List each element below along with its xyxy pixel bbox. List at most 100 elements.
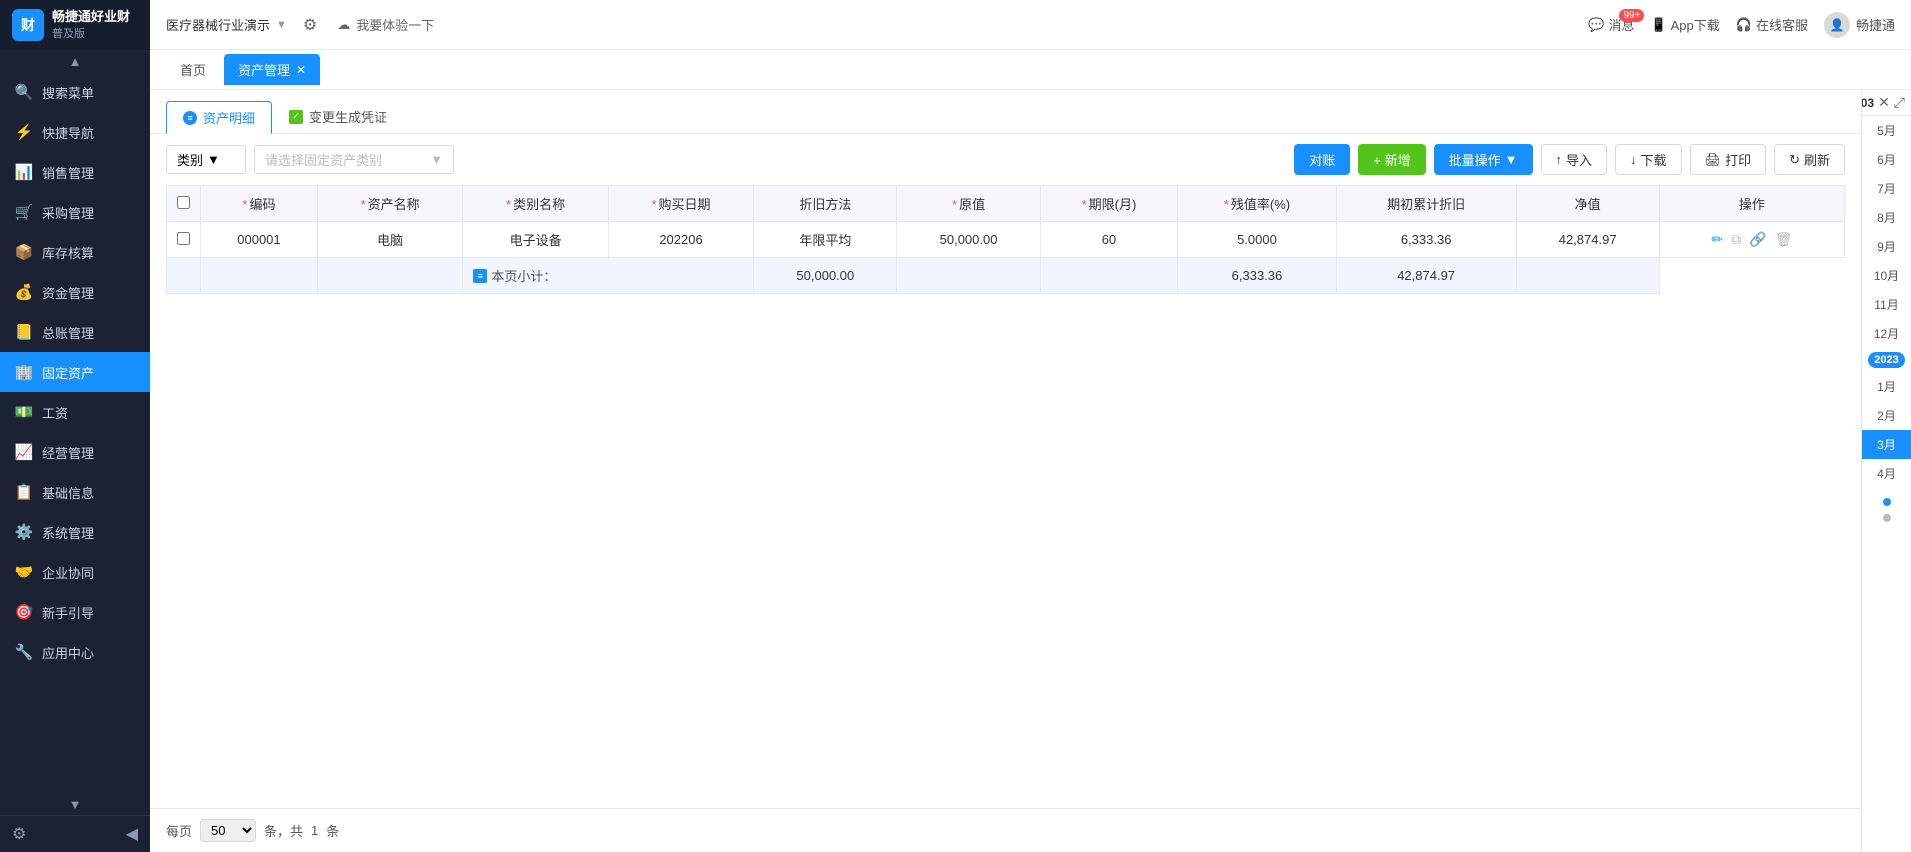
basic-info-icon: 📋: [14, 482, 34, 502]
month-10[interactable]: 10月: [1862, 261, 1911, 290]
sidebar-label-cooperation: 企业协同: [42, 563, 94, 582]
sub-tab-change-voucher[interactable]: ✓ 变更生成凭证: [272, 100, 404, 133]
sidebar-item-search[interactable]: 🔍 搜索菜单: [0, 72, 150, 112]
header-name: *资产名称: [317, 186, 462, 222]
scroll-dot-1[interactable]: [1883, 498, 1891, 506]
cell-depreciation-method: 年限平均: [754, 222, 897, 258]
sidebar-item-cooperation[interactable]: 🤝 企业协同: [0, 552, 150, 592]
batch-ops-button[interactable]: 批量操作 ▼: [1434, 144, 1533, 175]
experience-btn[interactable]: ☁ 我要体验一下: [337, 15, 434, 34]
select-all-checkbox[interactable]: [177, 196, 190, 209]
refresh-button[interactable]: ↻ 刷新: [1774, 144, 1845, 175]
month-1[interactable]: 1月: [1862, 372, 1911, 401]
import-button[interactable]: ↑ 导入: [1541, 144, 1608, 175]
sidebar-item-basic-info[interactable]: 📋 基础信息: [0, 472, 150, 512]
sidebar-item-quick-nav[interactable]: ⚡ 快捷导航: [0, 112, 150, 152]
tab-asset-management[interactable]: 资产管理 ✕: [224, 54, 320, 85]
month-5[interactable]: 5月: [1862, 116, 1911, 145]
purchase-icon: 🛒: [14, 202, 34, 222]
asset-detail-tab-icon: ≡: [183, 111, 197, 125]
subtotal-text: 本页小计：: [491, 266, 556, 285]
system-icon: ⚙️: [14, 522, 34, 542]
sidebar-scroll-up[interactable]: ▲: [0, 50, 150, 72]
sidebar-item-guide[interactable]: 🎯 新手引导: [0, 592, 150, 632]
print-icon: 🖨: [1705, 152, 1722, 168]
inventory-icon: 📦: [14, 242, 34, 262]
username: 畅捷通: [1856, 15, 1895, 34]
print-button[interactable]: 🖨 打印: [1690, 144, 1767, 175]
month-8[interactable]: 8月: [1862, 203, 1911, 232]
month-11[interactable]: 11月: [1862, 290, 1911, 319]
search-icon: 🔍: [14, 82, 34, 102]
sidebar-item-payroll[interactable]: 💵 工资: [0, 392, 150, 432]
cell-category: 电子设备: [463, 222, 608, 258]
batch-ops-arrow: ▼: [1505, 152, 1518, 167]
app-download-btn[interactable]: 📱 App下载: [1650, 15, 1719, 34]
sidebar-item-inventory[interactable]: 📦 库存核算: [0, 232, 150, 272]
company-settings-icon[interactable]: ⚙: [303, 15, 317, 35]
sidebar-item-purchase[interactable]: 🛒 采购管理: [0, 192, 150, 232]
tab-close-icon[interactable]: ✕: [296, 63, 306, 77]
subtotal-label-cell: ≡ 本页小计：: [463, 258, 754, 294]
collapse-icon[interactable]: ◀: [126, 824, 138, 844]
header-original-value: *原值: [897, 186, 1040, 222]
cell-net-value: 42,874.97: [1516, 222, 1659, 258]
right-panel-months: 5月 6月 7月 8月 9月 10月 11月 12月 2023 1月 2月 3月…: [1862, 116, 1911, 524]
topbar-right: 💬 消息 99+ 📱 App下载 🎧 在线客服 👤 畅捷通: [1588, 12, 1895, 38]
month-3-active[interactable]: 3月: [1862, 430, 1911, 459]
sidebar-item-operations[interactable]: 📈 经营管理: [0, 432, 150, 472]
subtotal-label: ≡ 本页小计：: [473, 266, 743, 285]
header-residual-rate: *残值率(%): [1178, 186, 1337, 222]
sidebar-item-fixed-assets[interactable]: 🏢 固定资产: [0, 352, 150, 392]
expand-panel-icon[interactable]: ⤢: [1894, 94, 1905, 111]
month-4[interactable]: 4月: [1862, 459, 1911, 488]
new-button[interactable]: + 新增: [1358, 144, 1425, 175]
sidebar-item-app-center[interactable]: 🔧 应用中心: [0, 632, 150, 672]
month-7[interactable]: 7月: [1862, 174, 1911, 203]
tab-home[interactable]: 首页: [166, 54, 220, 85]
user-menu[interactable]: 👤 畅捷通: [1824, 12, 1895, 38]
sidebar-item-general-ledger[interactable]: 📒 总账管理: [0, 312, 150, 352]
refresh-icon: ↻: [1789, 152, 1800, 168]
download-icon: ↓: [1630, 152, 1637, 167]
sidebar-item-sales[interactable]: 📊 销售管理: [0, 152, 150, 192]
cell-residual-rate: 5.0000: [1178, 222, 1337, 258]
company-selector[interactable]: 医疗器械行业演示 ▼: [166, 15, 287, 34]
category-type-filter[interactable]: 请选择固定资产类别 ▼: [254, 145, 454, 174]
subtotal-row: ≡ 本页小计： 50,000.00 6,333.36 42,874.97: [167, 258, 1845, 294]
link-icon[interactable]: 🔗: [1749, 231, 1766, 248]
messages-btn[interactable]: 💬 消息 99+: [1588, 15, 1634, 34]
category-filter[interactable]: 类别 ▼: [166, 145, 246, 174]
sidebar-scroll-down[interactable]: ▼: [0, 793, 150, 815]
assets-table: *编码 *资产名称 *类别名称 *购买日期 折旧方法 *原值 *期限(月) *残…: [166, 185, 1845, 294]
reconcile-button[interactable]: 对账: [1294, 144, 1350, 175]
row-checkbox[interactable]: [177, 232, 190, 245]
sidebar-label-payroll: 工资: [42, 403, 68, 422]
sidebar-item-system[interactable]: ⚙️ 系统管理: [0, 512, 150, 552]
sidebar-label-app-center: 应用中心: [42, 643, 94, 662]
copy-icon[interactable]: ⧉: [1731, 231, 1741, 248]
finance-icon: 💰: [14, 282, 34, 302]
payroll-icon: 💵: [14, 402, 34, 422]
cell-code: 000001: [201, 222, 318, 258]
sub-tab-asset-detail[interactable]: ≡ 资产明细: [166, 101, 272, 134]
sidebar: 财 畅捷通好业财 普及版 ▲ 🔍 搜索菜单 ⚡ 快捷导航 📊 销售管理 🛒 采购…: [0, 0, 150, 852]
month-12[interactable]: 12月: [1862, 319, 1911, 348]
per-page-select[interactable]: 50 100 200: [200, 819, 256, 842]
category-type-placeholder: 请选择固定资产类别: [265, 150, 382, 169]
per-page-label: 每页: [166, 821, 192, 840]
month-2[interactable]: 2月: [1862, 401, 1911, 430]
delete-icon[interactable]: 🗑: [1775, 231, 1793, 248]
category-type-arrow: ▼: [430, 152, 443, 167]
download-button[interactable]: ↓ 下载: [1615, 144, 1682, 175]
settings-icon[interactable]: ⚙: [12, 824, 26, 844]
sidebar-item-finance[interactable]: 💰 资金管理: [0, 272, 150, 312]
sidebar-label-general-ledger: 总账管理: [42, 323, 94, 342]
online-service-btn[interactable]: 🎧 在线客服: [1736, 15, 1808, 34]
header-period: *期限(月): [1040, 186, 1178, 222]
month-6[interactable]: 6月: [1862, 145, 1911, 174]
close-panel-icon[interactable]: ✕: [1878, 94, 1890, 111]
month-9[interactable]: 9月: [1862, 232, 1911, 261]
edit-icon[interactable]: ✏: [1711, 231, 1723, 248]
scroll-dot-2[interactable]: [1883, 514, 1891, 522]
